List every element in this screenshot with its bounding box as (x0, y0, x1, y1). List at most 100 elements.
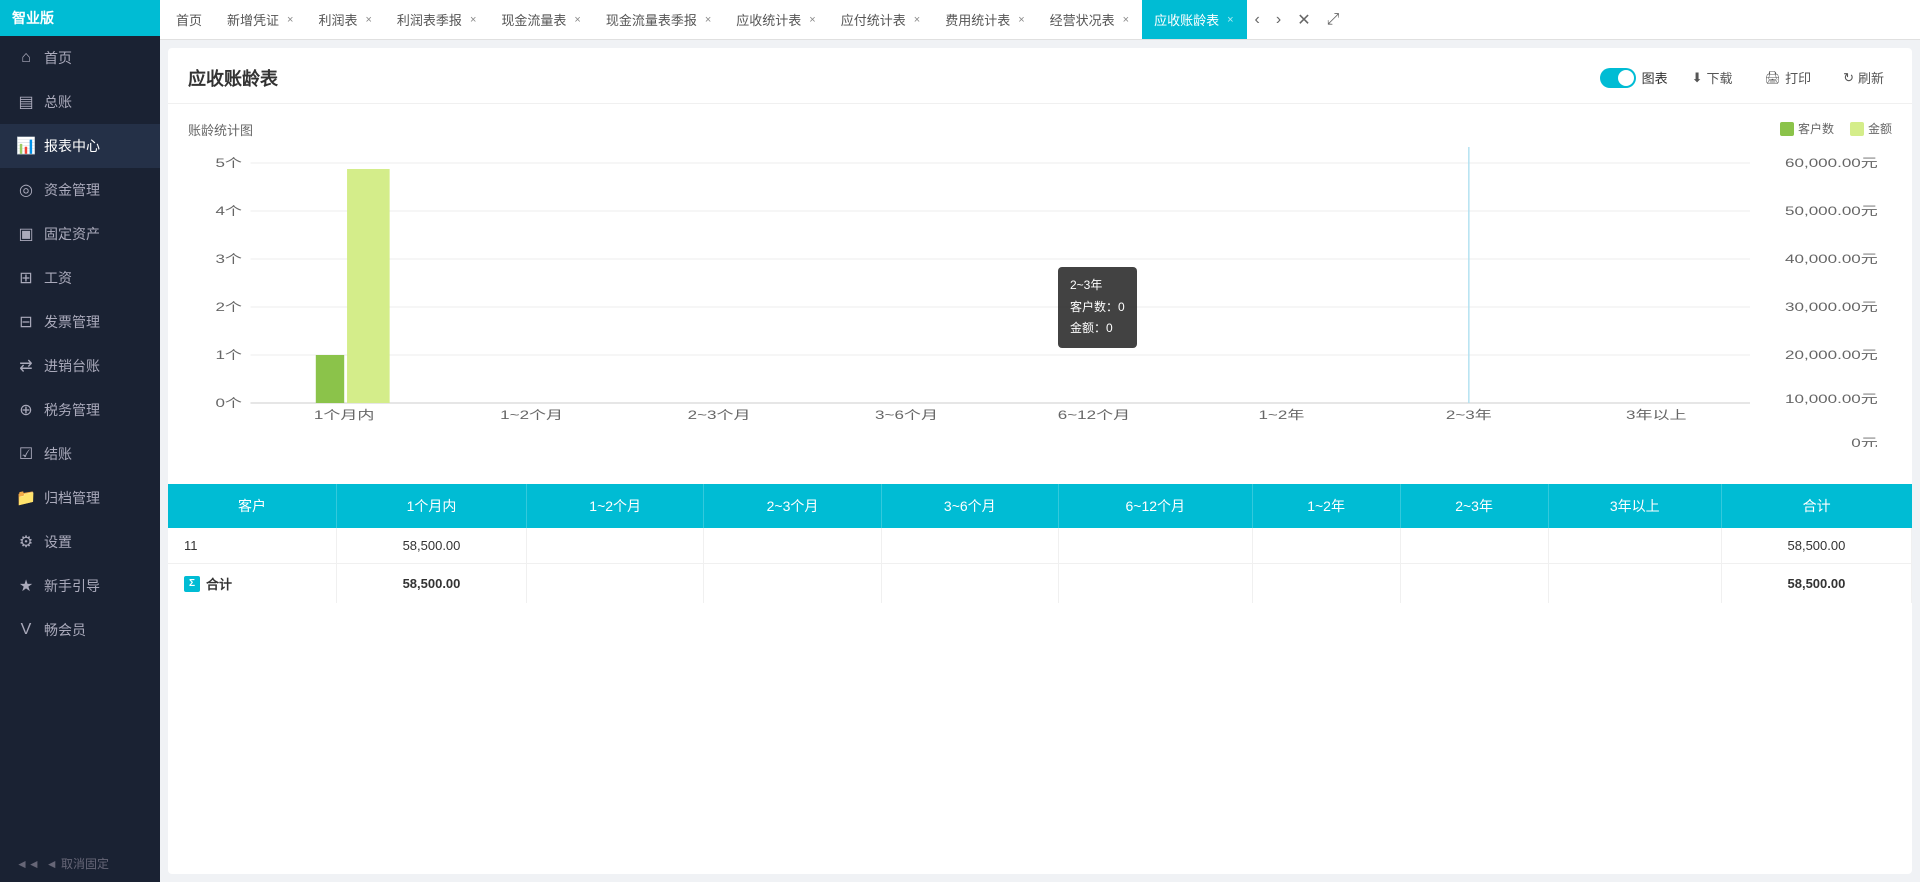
sidebar-item-tax[interactable]: ⊕ 税务管理 (0, 388, 160, 432)
sidebar-item-invoice[interactable]: ⊟ 发票管理 (0, 300, 160, 344)
tab-operations[interactable]: 经营状况表 × (1038, 0, 1142, 40)
col-m12: 1~2个月 (527, 484, 704, 528)
footer-m12 (527, 564, 704, 604)
tab-expense-close[interactable]: × (1018, 14, 1024, 26)
tab-operations-close[interactable]: × (1123, 14, 1129, 26)
svg-text:2~3个月: 2~3个月 (688, 408, 751, 422)
download-btn[interactable]: ⬇ 下载 (1684, 64, 1741, 91)
tab-cashflow[interactable]: 现金流量表 × (489, 0, 593, 40)
cell-m36 (881, 528, 1058, 564)
svg-text:20,000.00元: 20,000.00元 (1785, 349, 1878, 362)
checkout-icon: ☑ (16, 444, 36, 464)
sidebar-item-label: 新手引导 (44, 576, 100, 596)
cell-m612 (1058, 528, 1252, 564)
sidebar-item-sales[interactable]: ⇄ 进销台账 (0, 344, 160, 388)
refresh-btn[interactable]: ↻ 刷新 (1835, 64, 1892, 91)
tab-profit-close[interactable]: × (365, 14, 371, 26)
tab-new-voucher-label: 新增凭证 (227, 10, 279, 29)
footer-label: Σ 合计 (168, 564, 336, 604)
tax-icon: ⊕ (16, 400, 36, 420)
archive-icon: 📁 (16, 488, 36, 508)
total-icon: Σ (184, 576, 200, 592)
sidebar-item-guide[interactable]: ★ 新手引导 (0, 564, 160, 608)
sidebar-item-label: 工资 (44, 268, 72, 288)
tab-new-voucher[interactable]: 新增凭证 × (215, 0, 306, 40)
data-table: 客户 1个月内 1~2个月 2~3个月 3~6个月 6~12个月 1~2年 2~… (168, 484, 1912, 603)
legend-amount-color (1850, 122, 1864, 136)
col-y23: 2~3年 (1400, 484, 1548, 528)
tab-profit-q[interactable]: 利润表季报 × (385, 0, 489, 40)
footer-m23 (704, 564, 881, 604)
legend-customer-label: 客户数 (1798, 120, 1834, 137)
total-row-label: Σ 合计 (184, 574, 320, 593)
tab-ar-aging[interactable]: 应收账龄表 × (1142, 0, 1246, 40)
tab-ap-stats-close[interactable]: × (914, 14, 920, 26)
sidebar-item-label: 资金管理 (44, 180, 100, 200)
tab-ap-stats[interactable]: 应付统计表 × (829, 0, 933, 40)
gear-icon: ⚙ (16, 532, 36, 552)
tab-profit-q-label: 利润表季报 (397, 10, 462, 29)
tab-prev-btn[interactable]: ‹ (1247, 7, 1268, 33)
tab-profit-q-close[interactable]: × (470, 14, 476, 26)
tab-expense-label: 费用统计表 (945, 10, 1010, 29)
sidebar-item-label: 发票管理 (44, 312, 100, 332)
sidebar-item-salary[interactable]: ⊞ 工资 (0, 256, 160, 300)
sidebar-item-assets[interactable]: ▣ 固定资产 (0, 212, 160, 256)
cell-customer: 11 (168, 528, 336, 564)
tab-next-btn[interactable]: › (1268, 7, 1289, 33)
svg-text:40,000.00元: 40,000.00元 (1785, 253, 1878, 266)
svg-text:10,000.00元: 10,000.00元 (1785, 393, 1878, 406)
tab-cashflow-q[interactable]: 现金流量表季报 × (594, 0, 724, 40)
tab-expand-btn[interactable]: ⤢ (1319, 7, 1348, 33)
svg-text:1~2个月: 1~2个月 (500, 408, 563, 422)
bar-amount-1[interactable] (347, 169, 390, 403)
assets-icon: ▣ (16, 224, 36, 244)
tab-cashflow-close[interactable]: × (574, 14, 580, 26)
svg-text:60,000.00元: 60,000.00元 (1785, 157, 1878, 170)
footer-label-text: 合计 (206, 574, 232, 593)
download-icon: ⬇ (1692, 70, 1703, 86)
svg-text:0元: 0元 (1851, 437, 1878, 447)
print-btn[interactable]: 🖨 打印 (1757, 64, 1820, 91)
tab-close-all-btn[interactable]: ✕ (1289, 6, 1318, 34)
footer-total: 58,500.00 (1721, 564, 1911, 604)
sidebar-item-label: 报表中心 (44, 136, 100, 156)
sidebar-item-settings[interactable]: ⚙ 设置 (0, 520, 160, 564)
cell-m12 (527, 528, 704, 564)
tab-ar-stats[interactable]: 应收统计表 × (724, 0, 828, 40)
tab-ar-stats-close[interactable]: × (809, 14, 815, 26)
svg-text:3~6个月: 3~6个月 (875, 408, 938, 422)
bar-customer-1[interactable] (316, 355, 344, 403)
tab-ar-aging-label: 应收账龄表 (1154, 10, 1219, 29)
sidebar-item-label: 进销台账 (44, 356, 100, 376)
star-icon: ★ (16, 576, 36, 596)
footer-m1: 58,500.00 (336, 564, 526, 604)
sidebar-item-home[interactable]: ⌂ 首页 (0, 36, 160, 80)
tab-ar-aging-close[interactable]: × (1227, 14, 1233, 26)
tab-expense[interactable]: 费用统计表 × (933, 0, 1037, 40)
svg-text:50,000.00元: 50,000.00元 (1785, 205, 1878, 218)
sidebar-item-funds[interactable]: ◎ 资金管理 (0, 168, 160, 212)
tab-new-voucher-close[interactable]: × (287, 14, 293, 26)
tab-home-label: 首页 (176, 10, 202, 29)
sidebar-item-ledger[interactable]: ▤ 总账 (0, 80, 160, 124)
sidebar-item-checkout[interactable]: ☑ 结账 (0, 432, 160, 476)
tab-home[interactable]: 首页 (164, 0, 215, 40)
cell-m23 (704, 528, 881, 564)
reports-icon: 📊 (16, 136, 36, 156)
svg-text:1~2年: 1~2年 (1258, 408, 1304, 422)
data-table-wrapper: 客户 1个月内 1~2个月 2~3个月 3~6个月 6~12个月 1~2年 2~… (168, 484, 1912, 619)
cell-m1: 58,500.00 (336, 528, 526, 564)
table-footer-row: Σ 合计 58,500.00 58,500.00 (168, 564, 1912, 604)
tab-cashflow-q-close[interactable]: × (705, 14, 711, 26)
nav-collapse-btn[interactable]: ◄◄ ◄ 取消固定 (0, 845, 160, 882)
page-header: 应收账龄表 图表 ⬇ 下载 🖨 打印 ↻ 刷新 (168, 48, 1912, 104)
sidebar-item-label: 固定资产 (44, 224, 100, 244)
chart-toggle[interactable] (1600, 68, 1636, 88)
sidebar-item-reports[interactable]: 📊 报表中心 (0, 124, 160, 168)
sidebar-item-vip[interactable]: V 畅会员 (0, 608, 160, 652)
sidebar-item-archive[interactable]: 📁 归档管理 (0, 476, 160, 520)
collapse-icon: ◄◄ (16, 857, 40, 871)
tab-profit[interactable]: 利润表 × (306, 0, 384, 40)
svg-text:2个: 2个 (215, 300, 242, 314)
